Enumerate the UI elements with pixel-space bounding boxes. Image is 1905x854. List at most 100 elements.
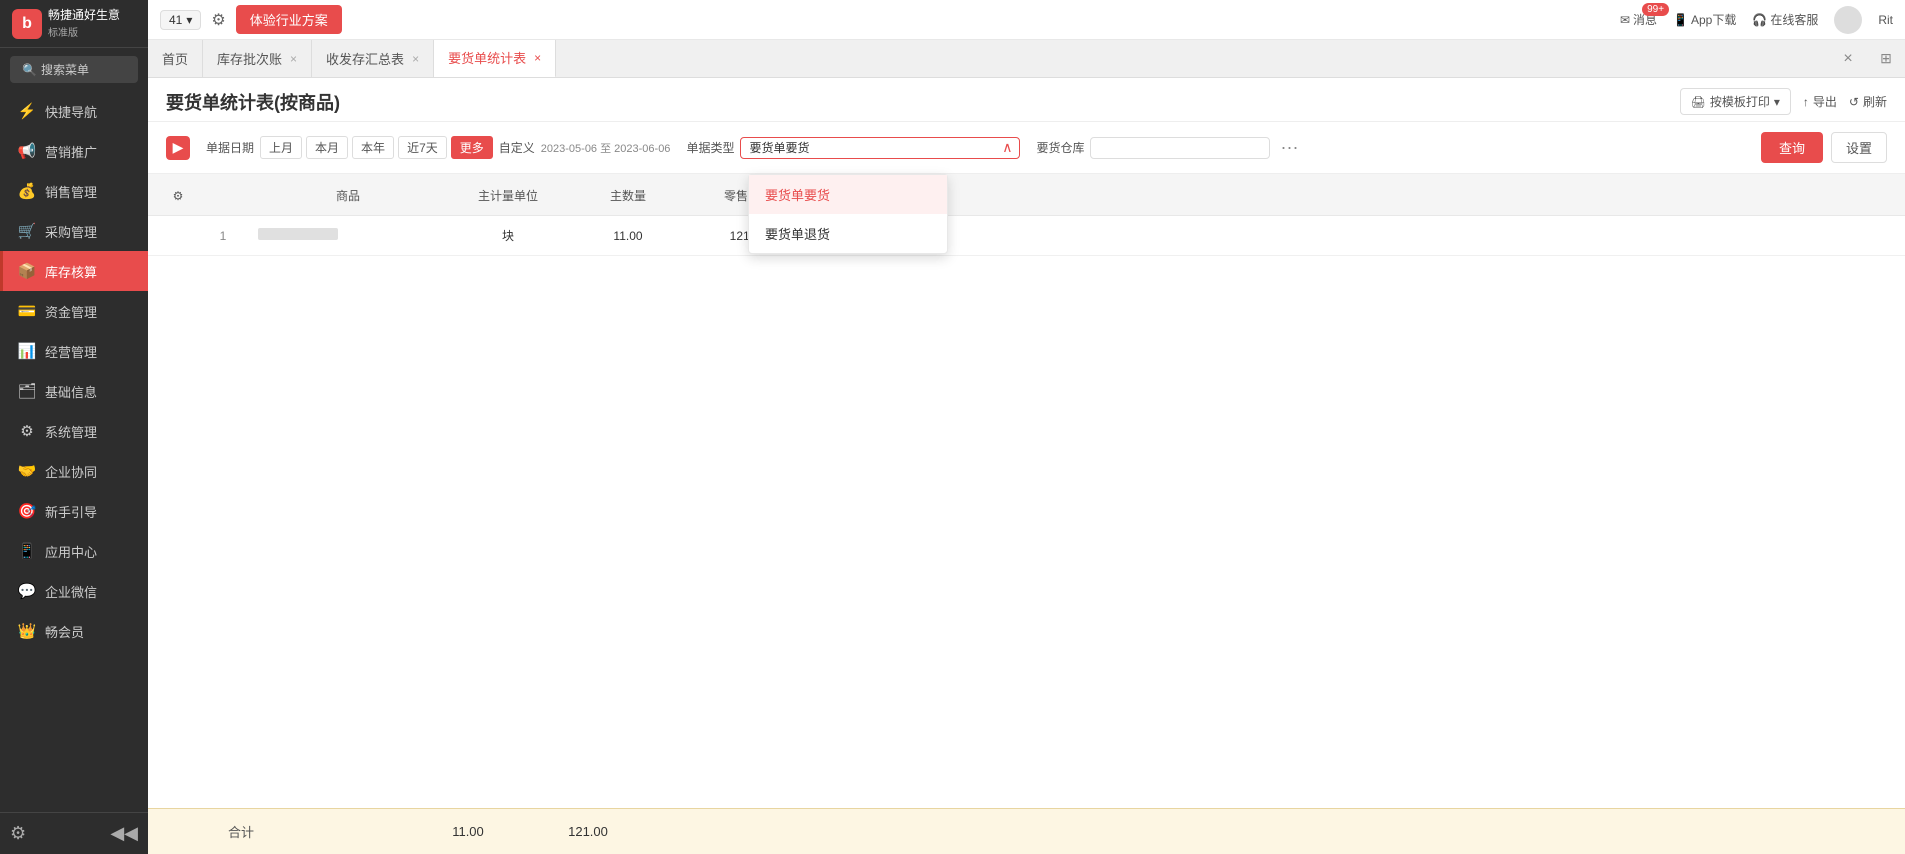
filter-actions: 查询 设置 [1761, 132, 1887, 163]
print-button[interactable]: 🖨 按模板打印 ▾ [1680, 88, 1791, 115]
sidebar-item-label: 企业协同 [45, 462, 97, 481]
sidebar-item-cooperation[interactable]: 🤝 企业协同 [0, 451, 148, 491]
company-selector[interactable]: 41 ▾ [160, 10, 201, 30]
warehouse-filter-group: 要货仓库 ··· [1036, 137, 1298, 159]
table-body: 1 块 11.00 121.00 [148, 216, 1905, 808]
query-button[interactable]: 查询 [1761, 132, 1823, 163]
app-logo: b 畅捷通好生意 标准版 [0, 0, 148, 48]
print-dropdown-icon[interactable]: ▾ [1774, 95, 1780, 109]
sidebar-item-label: 销售管理 [45, 182, 97, 201]
td-quantity: 11.00 [568, 229, 688, 243]
page-header: 要货单统计表(按商品) 🖨 按模板打印 ▾ ↑ 导出 ↺ 刷新 [148, 78, 1905, 122]
tab-inventory-batch-close[interactable]: × [290, 52, 297, 66]
search-icon: 🔍 [22, 63, 37, 77]
window-expand-button[interactable]: ⊞ [1867, 40, 1905, 78]
sidebar-collapse-btn[interactable]: ◀◀ [110, 823, 138, 844]
sidebar-item-label: 库存核算 [45, 262, 97, 281]
date-more-btn[interactable]: 更多 [451, 136, 493, 159]
type-filter-dropdown-icon[interactable]: ∧ [1002, 139, 1012, 156]
sidebar-item-finance[interactable]: 💳 资金管理 [0, 291, 148, 331]
sidebar-settings-btn[interactable]: ⚙ [10, 823, 26, 844]
trial-button[interactable]: 体验行业方案 [236, 5, 342, 34]
message-badge: 99+ [1642, 3, 1669, 16]
tab-home-label: 首页 [162, 49, 188, 68]
sidebar-item-system[interactable]: ⚙ 系统管理 [0, 411, 148, 451]
guide-icon: 🎯 [17, 501, 37, 521]
date-last-7-days-btn[interactable]: 近7天 [398, 136, 447, 159]
app-name: 畅捷通好生意 [48, 8, 120, 24]
tab-order-stats-label: 要货单统计表 [448, 48, 526, 67]
date-custom-btn[interactable]: 自定义 [499, 139, 535, 156]
user-avatar[interactable] [1834, 6, 1862, 34]
print-icon: 🖨 [1691, 95, 1706, 109]
sidebar-item-base-info[interactable]: 🗂 基础信息 [0, 371, 148, 411]
th-settings[interactable]: ⚙ [158, 189, 198, 203]
page-content: 要货单统计表(按商品) 🖨 按模板打印 ▾ ↑ 导出 ↺ 刷新 ▶ [148, 78, 1905, 854]
sidebar-item-sales[interactable]: 💰 销售管理 [0, 171, 148, 211]
filter-more-icon[interactable]: ··· [1280, 137, 1298, 158]
type-filter-group: 单据类型 ∧ [686, 137, 1020, 159]
quick-nav-icon: ⚡ [17, 101, 37, 121]
finance-icon: 💳 [17, 301, 37, 321]
date-this-year-btn[interactable]: 本年 [352, 136, 394, 159]
vip-icon: 👑 [17, 621, 37, 641]
page-actions: 🖨 按模板打印 ▾ ↑ 导出 ↺ 刷新 [1680, 88, 1887, 115]
company-dropdown-icon: ▾ [186, 13, 192, 27]
enterprise-wechat-icon: 💬 [17, 581, 37, 601]
dropdown-item-return[interactable]: 要货单退货 [749, 214, 947, 253]
sidebar-item-label: 新手引导 [45, 502, 97, 521]
window-close-button[interactable]: × [1829, 40, 1867, 78]
dropdown-item-return-label: 要货单退货 [765, 227, 830, 242]
tab-inventory-batch[interactable]: 库存批次账 × [203, 40, 312, 78]
search-menu[interactable]: 🔍 搜索菜单 [10, 56, 138, 83]
filter-settings-button[interactable]: 设置 [1831, 132, 1887, 163]
system-icon: ⚙ [17, 421, 37, 441]
page-title: 要货单统计表(按商品) [166, 89, 340, 115]
th-unit: 主计量单位 [448, 187, 568, 204]
tab-receivable-summary-close[interactable]: × [412, 52, 419, 66]
date-this-month-btn[interactable]: 本月 [306, 136, 348, 159]
app-version: 标准版 [48, 24, 120, 39]
sidebar-item-label: 系统管理 [45, 422, 97, 441]
refresh-icon: ↺ [1849, 95, 1859, 109]
filter-expand-button[interactable]: ▶ [166, 136, 190, 160]
date-filter-group: 单据日期 上月 本月 本年 近7天 更多 自定义 2023-05-06 至 20… [206, 136, 670, 159]
tab-home[interactable]: 首页 [148, 40, 203, 78]
app-download-button[interactable]: 📱 App下载 [1673, 11, 1736, 28]
sales-icon: 💰 [17, 181, 37, 201]
dropdown-item-order-label: 要货单要货 [765, 188, 830, 203]
sidebar-item-purchase[interactable]: 🛒 采购管理 [0, 211, 148, 251]
table-area: ⚙ 商品 主计量单位 主数量 零售金额 1 块 11.00 121.00 [148, 176, 1905, 854]
sidebar-item-vip[interactable]: 👑 畅会员 [0, 611, 148, 651]
tab-receivable-summary[interactable]: 收发存汇总表 × [312, 40, 434, 78]
sidebar-item-quick-nav[interactable]: ⚡ 快捷导航 [0, 91, 148, 131]
messages-button[interactable]: ✉ 消息 99+ [1620, 11, 1657, 28]
topbar-settings-icon[interactable]: ⚙ [211, 10, 225, 30]
footer-label: 合计 [168, 822, 408, 841]
sidebar-item-label: 快捷导航 [45, 102, 97, 121]
export-button[interactable]: ↑ 导出 [1803, 93, 1837, 110]
sidebar-item-enterprise-wechat[interactable]: 💬 企业微信 [0, 571, 148, 611]
sidebar-item-guide[interactable]: 🎯 新手引导 [0, 491, 148, 531]
sidebar-item-marketing[interactable]: 📢 营销推广 [0, 131, 148, 171]
warehouse-filter-input[interactable] [1090, 137, 1270, 159]
tab-order-stats[interactable]: 要货单统计表 × [434, 40, 556, 78]
date-last-month-btn[interactable]: 上月 [260, 136, 302, 159]
sidebar-item-label: 应用中心 [45, 542, 97, 561]
online-service-button[interactable]: 🎧 在线客服 [1752, 11, 1818, 28]
sidebar-item-operations[interactable]: 📊 经营管理 [0, 331, 148, 371]
dropdown-item-order[interactable]: 要货单要货 [749, 175, 947, 214]
type-filter-input[interactable] [740, 137, 1020, 159]
td-product [248, 228, 448, 243]
date-filter-label: 单据日期 [206, 139, 254, 156]
export-icon: ↑ [1803, 95, 1809, 109]
sidebar-item-label: 基础信息 [45, 382, 97, 401]
sidebar-item-inventory[interactable]: 📦 库存核算 [0, 251, 148, 291]
export-label: 导出 [1813, 93, 1837, 110]
online-service-label: 在线客服 [1770, 11, 1818, 28]
sidebar-item-app-center[interactable]: 📱 应用中心 [0, 531, 148, 571]
topbar-right: ✉ 消息 99+ 📱 App下载 🎧 在线客服 Rit [1620, 6, 1893, 34]
refresh-button[interactable]: ↺ 刷新 [1849, 93, 1887, 110]
tabs-bar: 首页 库存批次账 × 收发存汇总表 × 要货单统计表 × × ⊞ [148, 40, 1905, 78]
tab-order-stats-close[interactable]: × [534, 51, 541, 65]
